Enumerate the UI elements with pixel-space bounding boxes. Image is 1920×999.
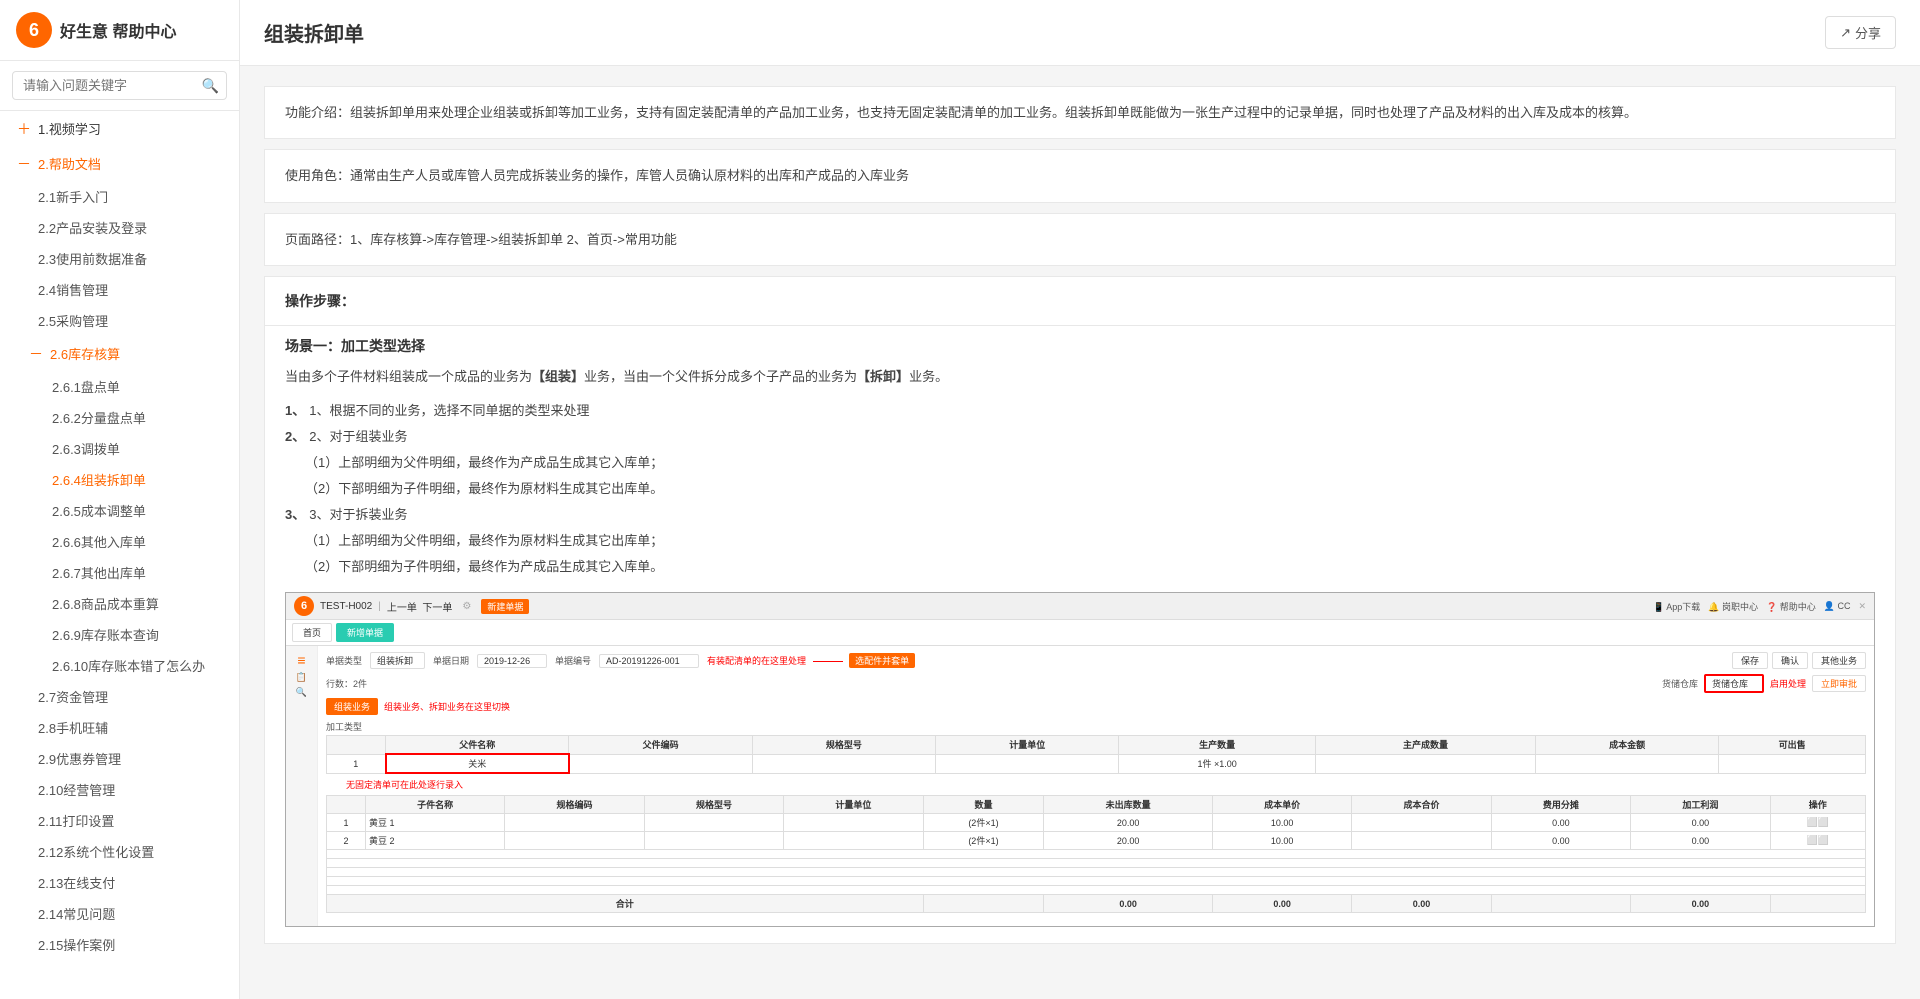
sidebar-item-label: 2.6库存核算	[50, 344, 120, 363]
mock-tabs: 首页 新增单据	[286, 620, 1874, 646]
mock-top-icons: 📱 App下载 🔔 岗职中心 ❓ 帮助中心 👤 CC ✕	[1653, 600, 1866, 613]
main-header: 组装拆卸单 ↗ 分享	[240, 0, 1920, 66]
mock-action-btns: 保存 确认 其他业务	[1732, 652, 1866, 669]
sidebar-item-payment[interactable]: 2.13在线支付	[0, 867, 239, 898]
sidebar-item-data-prep[interactable]: 2.3使用前数据准备	[0, 243, 239, 274]
sidebar-item-operations[interactable]: 2.10经营管理	[0, 774, 239, 805]
sidebar-item-transfer[interactable]: 2.6.3调拨单	[0, 433, 239, 464]
mock-warehouse-field: 货储仓库	[1704, 674, 1764, 693]
mock-form: 单据类型 组装拆卸 单据日期 2019-12-26 单据编号 AD-201912…	[318, 646, 1874, 926]
screenshot-container: 6 TEST-H002 | 上一单 下一单 ⚙ 新建单据 📱 App下载 🔔 岗…	[285, 592, 1875, 927]
sidebar-item-sales[interactable]: 2.4销售管理	[0, 274, 239, 305]
mock-upper-table: 父件名称 父件编码 规格型号 计量单位 生产数量 主产成数量 成本金额 可出售	[326, 735, 1866, 774]
mock-titlebar: 6 TEST-H002 | 上一单 下一单 ⚙ 新建单据 📱 App下载 🔔 岗…	[286, 593, 1874, 620]
sidebar-item-other-out[interactable]: 2.6.7其他出库单	[0, 557, 239, 588]
mock-content-layout: ≡ 📋 🔍 单据类型 组装拆卸 单据日期 2019-12-26	[286, 646, 1874, 926]
collapse-icon: －	[16, 156, 32, 172]
sidebar-item-assembly[interactable]: 2.6.4组装拆卸单	[0, 464, 239, 495]
sidebar-item-finance[interactable]: 2.7资金管理	[0, 681, 239, 712]
mock-select-parts-btn: 选配件并套单	[849, 653, 915, 668]
role-intro-text: 使用角色：通常由生产人员或库管人员完成拆装业务的操作，库管人员确认原材料的出库和…	[285, 168, 909, 183]
sidebar-item-stock-ledger[interactable]: 2.6.9库存账本查询	[0, 619, 239, 650]
sidebar-item-inventory[interactable]: － 2.6库存核算	[0, 336, 239, 371]
sidebar-header: 6 好生意 帮助中心	[0, 0, 239, 61]
step3: 3、3、对于拆装业务	[285, 502, 1875, 528]
sidebar-item-mobile[interactable]: 2.8手机旺辅	[0, 712, 239, 743]
path-intro-block: 页面路径：1、库存核算->库存管理->组装拆卸单 2、首页->常用功能	[264, 213, 1896, 266]
mock-title-id: TEST-H002	[320, 601, 372, 612]
search-input[interactable]	[12, 71, 227, 100]
sidebar-item-install[interactable]: 2.2产品安装及登录	[0, 212, 239, 243]
operation-steps-title: 操作步骤：	[264, 276, 1896, 325]
scene1-desc: 当由多个子件材料组装成一个成品的业务为【组装】业务，当由一个父件拆分成多个子产品…	[285, 364, 1875, 390]
function-intro-text: 功能介绍：组装拆卸单用来处理企业组装或拆卸等加工业务，支持有固定装配清单的产品加…	[285, 105, 1637, 120]
steps-list: 1、1、根据不同的业务，选择不同单据的类型来处理 2、2、对于组装业务 （1）上…	[285, 398, 1875, 580]
mock-tab-new: 新增单据	[336, 623, 394, 642]
search-area: 🔍	[0, 61, 239, 111]
search-icon[interactable]: 🔍	[202, 77, 219, 94]
mock-prev-next: 上一单 下一单	[387, 599, 453, 614]
mock-bh-field: AD-20191226-001	[599, 654, 699, 668]
mock-upper-table-label: 加工类型	[326, 720, 1866, 733]
step3-sub2: （2）下部明细为子件明细，最终作为产成品生成其它入库单。	[285, 554, 1875, 580]
page-title: 组装拆卸单	[264, 18, 364, 47]
sidebar-item-stock-error[interactable]: 2.6.10库存账本错了怎么办	[0, 650, 239, 681]
mock-no-fixed-annotation: 无固定清单可在此处逐行录入	[326, 778, 1866, 791]
sidebar-item-label: 1.视频学习	[38, 119, 101, 138]
sidebar-item-cost-adjust[interactable]: 2.6.5成本调整单	[0, 495, 239, 526]
nav-section: ＋ 1.视频学习 － 2.帮助文档 2.1新手入门 2.2产品安装及登录 2.3…	[0, 111, 239, 960]
sidebar-item-coupon[interactable]: 2.9优惠券管理	[0, 743, 239, 774]
sidebar-item-cost-recalc[interactable]: 2.6.8商品成本重算	[0, 588, 239, 619]
mock-type-field: 组装拆卸	[370, 652, 425, 669]
mock-tab-home: 首页	[292, 623, 332, 642]
scene1-block: 场景一：加工类型选择 当由多个子件材料组装成一个成品的业务为【组装】业务，当由一…	[264, 325, 1896, 944]
expand-icon: ＋	[16, 121, 32, 137]
step1: 1、1、根据不同的业务，选择不同单据的类型来处理	[285, 398, 1875, 424]
sidebar-item-partial-stocktake[interactable]: 2.6.2分量盘点单	[0, 402, 239, 433]
step3-sub1: （1）上部明细为父件明细，最终作为原材料生成其它出库单；	[285, 528, 1875, 554]
step2: 2、2、对于组装业务	[285, 424, 1875, 450]
mock-left-icons: ≡ 📋 🔍	[286, 646, 318, 926]
main-content: 功能介绍：组装拆卸单用来处理企业组装或拆卸等加工业务，支持有固定装配清单的产品加…	[240, 66, 1920, 999]
mock-logo: 6	[294, 596, 314, 616]
role-intro-block: 使用角色：通常由生产人员或库管人员完成拆装业务的操作，库管人员确认原材料的出库和…	[264, 149, 1896, 202]
mock-new-btn: 新建单据	[481, 599, 529, 614]
step2-sub1: （1）上部明细为父件明细，最终作为产成品生成其它入库单；	[285, 450, 1875, 476]
sidebar-item-cases[interactable]: 2.15操作案例	[0, 929, 239, 960]
sidebar-item-video[interactable]: ＋ 1.视频学习	[0, 111, 239, 146]
function-intro-block: 功能介绍：组装拆卸单用来处理企业组装或拆卸等加工业务，支持有固定装配清单的产品加…	[264, 86, 1896, 139]
sidebar-item-faq[interactable]: 2.14常见问题	[0, 898, 239, 929]
mock-date-field: 2019-12-26	[477, 654, 547, 668]
mock-type-selector-row: 组装业务 组装业务、拆卸业务在这里切换	[326, 698, 1866, 715]
collapse-icon: －	[28, 346, 44, 362]
mock-form-row2: 行数：2件 货储仓库 货储仓库 启用处理 立即审批	[326, 674, 1866, 693]
mock-assembly-type-btn: 组装业务	[326, 698, 378, 715]
sidebar-item-newbie[interactable]: 2.1新手入门	[0, 181, 239, 212]
sidebar-item-stocktake[interactable]: 2.6.1盘点单	[0, 371, 239, 402]
sidebar-item-other-in[interactable]: 2.6.6其他入库单	[0, 526, 239, 557]
mock-form-row1: 单据类型 组装拆卸 单据日期 2019-12-26 单据编号 AD-201912…	[326, 652, 1866, 669]
mock-annotation-area: 有装配清单的在这里处理 选配件并套单	[707, 653, 915, 668]
mock-lower-table: 子件名称 规格编码 规格型号 计量单位 数量 未出库数量 成本单价 成本合价 费	[326, 795, 1866, 913]
sidebar-item-purchase[interactable]: 2.5采购管理	[0, 305, 239, 336]
path-intro-text: 页面路径：1、库存核算->库存管理->组装拆卸单 2、首页->常用功能	[285, 232, 677, 247]
sidebar-item-personalize[interactable]: 2.12系统个性化设置	[0, 836, 239, 867]
main-panel: 组装拆卸单 ↗ 分享 功能介绍：组装拆卸单用来处理企业组装或拆卸等加工业务，支持…	[240, 0, 1920, 999]
share-button[interactable]: ↗ 分享	[1825, 16, 1896, 49]
sidebar: 6 好生意 帮助中心 🔍 ＋ 1.视频学习 － 2.帮助文档 2.1新手入门 2…	[0, 0, 240, 999]
sidebar-item-print[interactable]: 2.11打印设置	[0, 805, 239, 836]
sidebar-item-label: 2.帮助文档	[38, 154, 101, 173]
share-icon: ↗	[1840, 25, 1851, 41]
sidebar-item-docs[interactable]: － 2.帮助文档	[0, 146, 239, 181]
logo-icon: 6	[16, 12, 52, 48]
app-name: 好生意 帮助中心	[60, 18, 176, 42]
scene1-title: 场景一：加工类型选择	[285, 336, 1875, 356]
step2-sub2: （2）下部明细为子件明细，最终作为原材料生成其它出库单。	[285, 476, 1875, 502]
